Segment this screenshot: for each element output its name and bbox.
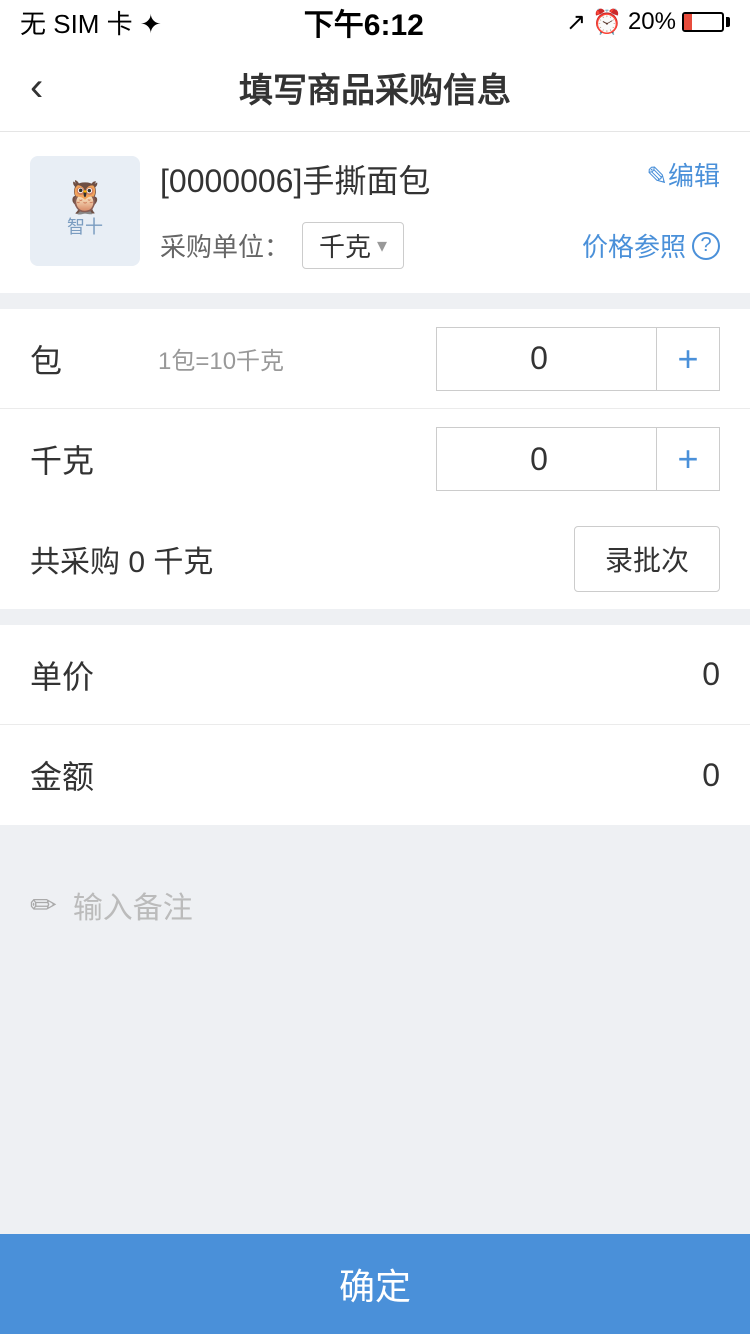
help-icon[interactable]: ? xyxy=(692,232,720,260)
unit-select[interactable]: 千克 ▾ xyxy=(302,222,404,269)
kg-plus-button[interactable]: + xyxy=(656,427,720,491)
kg-input-control: + xyxy=(436,427,720,491)
bag-sublabel: 1包=10千克 xyxy=(158,341,284,376)
amount-value: 0 xyxy=(702,757,720,794)
confirm-button[interactable]: 确定 xyxy=(0,1234,750,1334)
kg-quantity-input[interactable] xyxy=(436,427,656,491)
chevron-down-icon: ▾ xyxy=(377,233,387,258)
brand-text: 智十 xyxy=(50,213,120,239)
status-right: ↗ ⏰ 20% xyxy=(566,8,730,37)
batch-button[interactable]: 录批次 xyxy=(574,526,720,592)
remark-placeholder: 输入备注 xyxy=(73,883,193,927)
unit-price-value: 0 xyxy=(702,656,720,693)
unit-value: 千克 xyxy=(319,227,371,264)
kg-input-row: 千克 + xyxy=(0,409,750,509)
section-separator-1 xyxy=(0,293,750,309)
unit-price-label: 单价 xyxy=(30,652,94,698)
bag-quantity-input[interactable] xyxy=(436,327,656,391)
status-left: 无 SIM 卡 ✦ xyxy=(20,4,162,41)
status-time: 下午6:12 xyxy=(304,0,424,44)
input-section: 包 1包=10千克 + 千克 + xyxy=(0,309,750,509)
product-image: 🦉 智十 xyxy=(30,156,140,266)
page-title: 填写商品采购信息 xyxy=(239,63,511,112)
product-card: 🦉 智十 [0000006]手撕面包 ✎编辑 采购单位： 千克 ▾ 价格参照 ? xyxy=(0,132,750,293)
nav-bar: ‹ 填写商品采购信息 xyxy=(0,44,750,132)
amount-label: 金额 xyxy=(30,752,94,798)
amount-row: 金额 0 xyxy=(0,725,750,825)
bag-input-control: + xyxy=(436,327,720,391)
pencil-icon: ✏ xyxy=(30,886,57,924)
edit-button[interactable]: ✎编辑 xyxy=(646,156,720,193)
bag-input-row: 包 1包=10千克 + xyxy=(0,309,750,409)
total-row: 共采购 0 千克 录批次 xyxy=(0,509,750,609)
price-section: 单价 0 金额 0 xyxy=(0,625,750,825)
back-button[interactable]: ‹ xyxy=(30,65,43,110)
remark-section[interactable]: ✏ 输入备注 xyxy=(0,825,750,985)
brand-logo: 🦉 xyxy=(50,181,120,213)
alarm-icon: ⏰ xyxy=(592,8,622,37)
total-label: 共采购 0 千克 xyxy=(30,537,213,581)
battery-icon xyxy=(682,12,730,32)
location-icon: ↗ xyxy=(566,8,586,37)
bag-plus-button[interactable]: + xyxy=(656,327,720,391)
battery-percent: 20% xyxy=(628,8,676,36)
price-ref-button[interactable]: 价格参照 ? xyxy=(582,227,720,264)
product-info: [0000006]手撕面包 ✎编辑 采购单位： 千克 ▾ 价格参照 ? xyxy=(160,156,720,269)
unit-label: 采购单位： xyxy=(160,227,290,264)
kg-label: 千克 xyxy=(30,436,150,482)
product-name: [0000006]手撕面包 xyxy=(160,156,646,202)
unit-price-row: 单价 0 xyxy=(0,625,750,725)
section-separator-2 xyxy=(0,609,750,625)
status-bar: 无 SIM 卡 ✦ 下午6:12 ↗ ⏰ 20% xyxy=(0,0,750,44)
bag-label: 包 xyxy=(30,336,150,382)
